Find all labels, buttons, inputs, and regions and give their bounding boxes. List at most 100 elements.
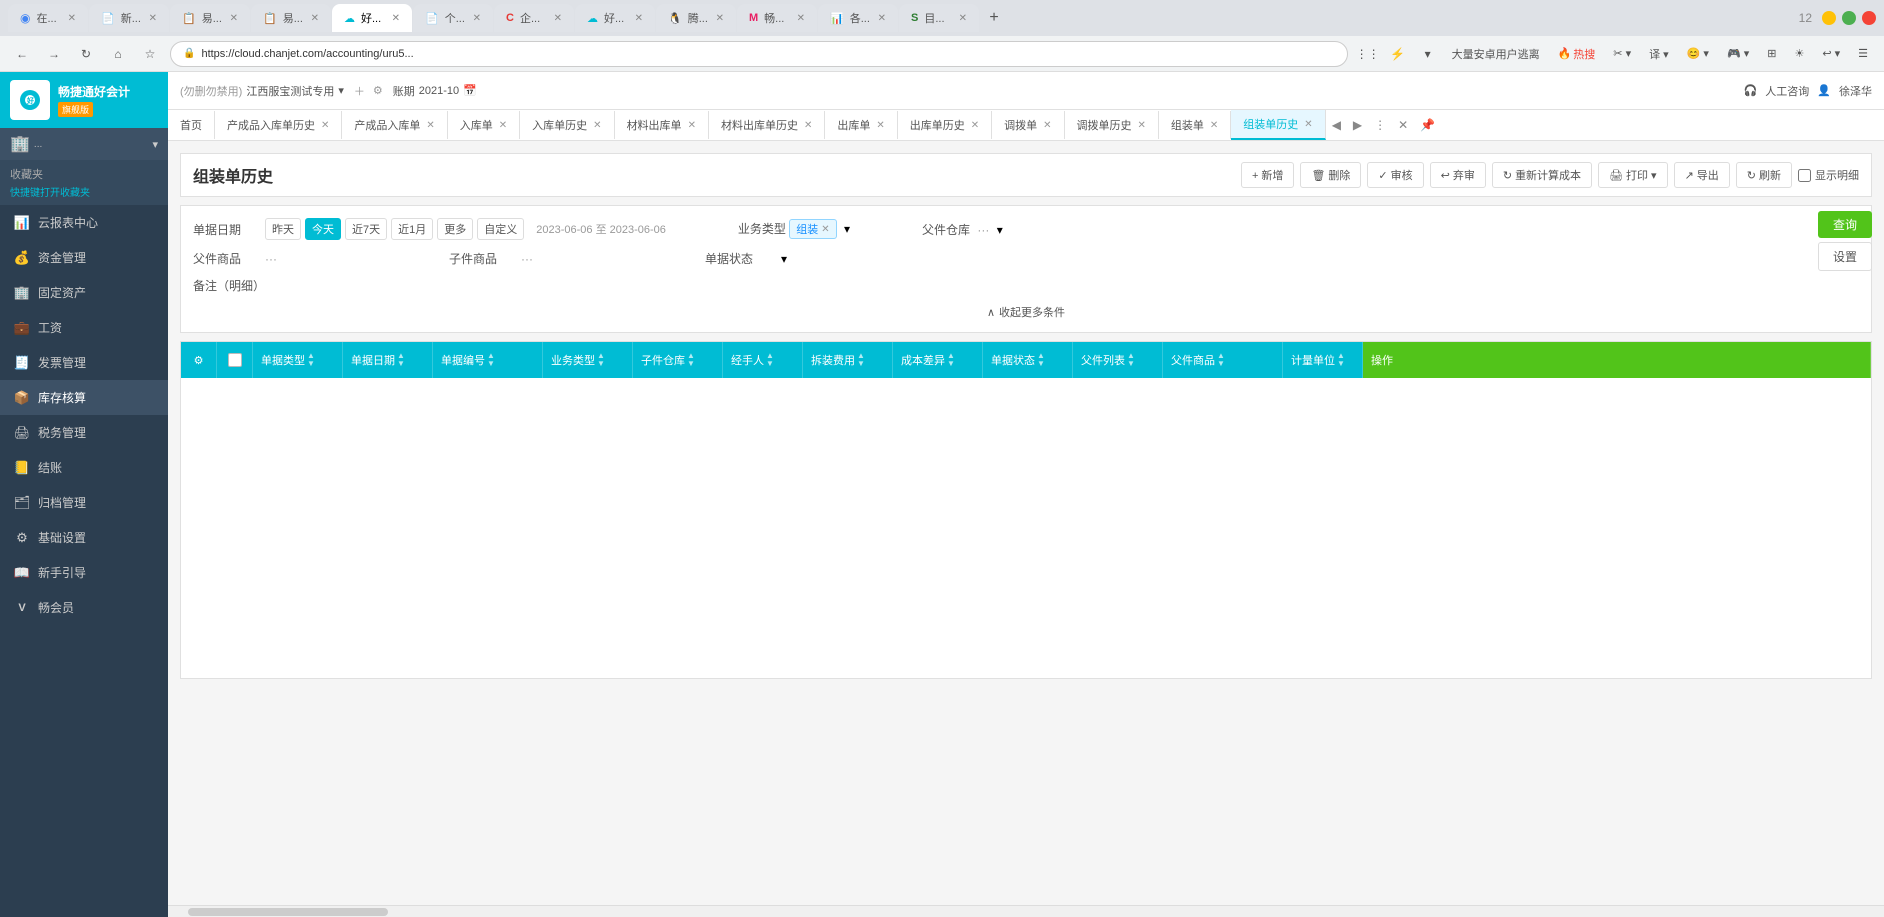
tab-home[interactable]: 首页 bbox=[168, 111, 215, 139]
sidebar-item-salary[interactable]: 💼 工资 bbox=[0, 310, 168, 345]
sidebar-item-settings[interactable]: ⚙ 基础设置 bbox=[0, 520, 168, 555]
sidebar-company[interactable]: 🏢 ... ▾ bbox=[0, 128, 168, 160]
tab-finished[interactable]: 产成品入库单 ✕ bbox=[342, 111, 447, 139]
sidebar-item-funds[interactable]: 💰 资金管理 bbox=[0, 240, 168, 275]
th-status[interactable]: 单据状态 ▲▼ bbox=[983, 342, 1073, 378]
translate-icon[interactable]: 译 ▾ bbox=[1643, 44, 1675, 64]
print-button[interactable]: 🖨 打印 ▾ bbox=[1598, 162, 1668, 188]
th-cost-diff[interactable]: 成本差异 ▲▼ bbox=[893, 342, 983, 378]
close-button[interactable] bbox=[1862, 11, 1876, 25]
tab-inbound-history[interactable]: 入库单历史 ✕ bbox=[520, 111, 614, 139]
th-handler[interactable]: 经手人 ▲▼ bbox=[723, 342, 803, 378]
parent-warehouse-more[interactable]: ··· bbox=[977, 223, 989, 237]
query-button[interactable]: 查询 bbox=[1818, 211, 1872, 238]
export-button[interactable]: ↗ 导出 bbox=[1674, 162, 1730, 188]
back-button[interactable]: ← bbox=[10, 42, 34, 66]
child-goods-more[interactable]: ··· bbox=[521, 252, 533, 266]
menu-icon[interactable]: ☰ bbox=[1852, 45, 1874, 62]
tab-assembly-history[interactable]: 组装单历史 ✕ bbox=[1231, 110, 1325, 140]
tab-close-0[interactable]: ✕ bbox=[68, 13, 76, 24]
tab-material-out[interactable]: 材料出库单 ✕ bbox=[615, 111, 709, 139]
browser-tab-11[interactable]: S 目... ✕ bbox=[899, 4, 979, 32]
browser-tab-1[interactable]: 📄 新... ✕ bbox=[89, 4, 169, 32]
biz-type-dropdown[interactable]: ▾ bbox=[844, 222, 850, 236]
tab-close-all[interactable]: ✕ bbox=[1392, 114, 1414, 136]
scissors-icon[interactable]: ✂ ▾ bbox=[1607, 45, 1637, 62]
browser-tab-3[interactable]: 📋 易... ✕ bbox=[251, 4, 331, 32]
support-label[interactable]: 人工咨询 bbox=[1765, 83, 1809, 99]
audit-button[interactable]: ✓ 审核 bbox=[1367, 162, 1423, 188]
collapse-button[interactable]: ∧ 收起更多条件 bbox=[193, 304, 1859, 320]
th-date[interactable]: 单据日期 ▲▼ bbox=[343, 342, 433, 378]
browser-tab-9[interactable]: M 畅... ✕ bbox=[737, 4, 817, 32]
search-bar[interactable]: 大量安卓用户逃离 bbox=[1446, 44, 1546, 64]
recalc-button[interactable]: ↻ 重新计算成本 bbox=[1492, 162, 1592, 188]
new-tab-button[interactable]: + bbox=[980, 4, 1008, 32]
tab-outbound-close[interactable]: ✕ bbox=[876, 120, 884, 131]
tab-close-4[interactable]: ✕ bbox=[392, 13, 400, 24]
scroll-thumb[interactable] bbox=[188, 908, 388, 916]
browser-tab-0[interactable]: ◉ 在... ✕ bbox=[8, 4, 88, 32]
emoji-icon[interactable]: 😊 ▾ bbox=[1681, 45, 1715, 62]
tab-material-out-history[interactable]: 材料出库单历史 ✕ bbox=[709, 111, 825, 139]
tab-close-6[interactable]: ✕ bbox=[554, 13, 562, 24]
tab-inbound-close[interactable]: ✕ bbox=[499, 120, 507, 131]
browser-tab-6[interactable]: C 企... ✕ bbox=[494, 4, 574, 32]
th-unit[interactable]: 计量单位 ▲▼ bbox=[1283, 342, 1363, 378]
date-1month[interactable]: 近1月 bbox=[391, 218, 433, 240]
th-settings[interactable]: ⚙ bbox=[181, 342, 217, 378]
bookmark-button[interactable]: ☆ bbox=[138, 42, 162, 66]
header-checkbox[interactable] bbox=[228, 353, 242, 367]
th-checkbox[interactable] bbox=[217, 342, 253, 378]
url-bar[interactable]: 🔒 https://cloud.chanjet.com/accounting/u… bbox=[170, 41, 1348, 67]
filter-settings-button[interactable]: 设置 bbox=[1818, 242, 1872, 271]
hot-search-btn[interactable]: 🔥 热搜 bbox=[1552, 44, 1602, 64]
tab-close-10[interactable]: ✕ bbox=[878, 13, 886, 24]
tab-transfer[interactable]: 调拨单 ✕ bbox=[992, 111, 1064, 139]
forward-button[interactable]: → bbox=[42, 42, 66, 66]
tab-outbound-history-close[interactable]: ✕ bbox=[971, 120, 979, 131]
delete-button[interactable]: 🗑 删除 bbox=[1300, 162, 1361, 188]
th-number[interactable]: 单据编号 ▲▼ bbox=[433, 342, 543, 378]
tab-material-out-close[interactable]: ✕ bbox=[688, 120, 696, 131]
tab-more-options[interactable]: ⋮ bbox=[1368, 114, 1392, 136]
sidebar-item-reports[interactable]: 📊 云报表中心 bbox=[0, 205, 168, 240]
tab-transfer-history-close[interactable]: ✕ bbox=[1138, 120, 1146, 131]
browser-tab-7[interactable]: ☁ 好... ✕ bbox=[575, 4, 655, 32]
status-dropdown[interactable]: ▾ bbox=[781, 252, 787, 266]
tab-close-9[interactable]: ✕ bbox=[797, 13, 805, 24]
tab-close-1[interactable]: ✕ bbox=[149, 13, 157, 24]
abandon-button[interactable]: ↩ 弃审 bbox=[1430, 162, 1486, 188]
tab-scroll-right[interactable]: ▶ bbox=[1347, 114, 1368, 136]
sidebar-item-guide[interactable]: 📖 新手引导 bbox=[0, 555, 168, 590]
browser-tab-5[interactable]: 📄 个... ✕ bbox=[413, 4, 493, 32]
tab-transfer-close[interactable]: ✕ bbox=[1043, 120, 1051, 131]
add-icon[interactable]: ＋ bbox=[354, 83, 365, 99]
bottom-scrollbar[interactable] bbox=[168, 905, 1884, 917]
refresh-button[interactable]: ↻ 刷新 bbox=[1736, 162, 1792, 188]
date-custom[interactable]: 自定义 bbox=[477, 218, 524, 240]
gear-settings-icon[interactable]: ⚙ bbox=[373, 84, 383, 97]
dropdown-icon[interactable]: ▾ bbox=[1416, 42, 1440, 66]
parent-goods-more[interactable]: ··· bbox=[265, 252, 277, 266]
sidebar-item-archive[interactable]: 🗂 归档管理 bbox=[0, 485, 168, 520]
tab-pin[interactable]: 📌 bbox=[1414, 114, 1441, 136]
undo-icon[interactable]: ↩ ▾ bbox=[1816, 45, 1846, 62]
tab-finished-close[interactable]: ✕ bbox=[426, 120, 434, 131]
tab-close-3[interactable]: ✕ bbox=[311, 13, 319, 24]
add-button[interactable]: + 新增 bbox=[1241, 162, 1294, 188]
tab-material-out-history-close[interactable]: ✕ bbox=[804, 120, 812, 131]
tab-inbound-history-close[interactable]: ✕ bbox=[593, 120, 601, 131]
th-biz-type[interactable]: 业务类型 ▲▼ bbox=[543, 342, 633, 378]
parent-warehouse-dropdown[interactable]: ▾ bbox=[997, 223, 1003, 237]
reload-button[interactable]: ↻ bbox=[74, 42, 98, 66]
browser-tab-10[interactable]: 📊 各... ✕ bbox=[818, 4, 898, 32]
sidebar-item-checkout[interactable]: 📒 结账 bbox=[0, 450, 168, 485]
browser-tab-2[interactable]: 📋 易... ✕ bbox=[170, 4, 250, 32]
apps-icon[interactable]: ⊞ bbox=[1761, 45, 1782, 62]
tab-finished-history[interactable]: 产成品入库单历史 ✕ bbox=[215, 111, 342, 139]
tab-assembly-history-close[interactable]: ✕ bbox=[1304, 119, 1312, 130]
date-yesterday[interactable]: 昨天 bbox=[265, 218, 301, 240]
tab-outbound-history[interactable]: 出库单历史 ✕ bbox=[898, 111, 992, 139]
minimize-button[interactable] bbox=[1822, 11, 1836, 25]
